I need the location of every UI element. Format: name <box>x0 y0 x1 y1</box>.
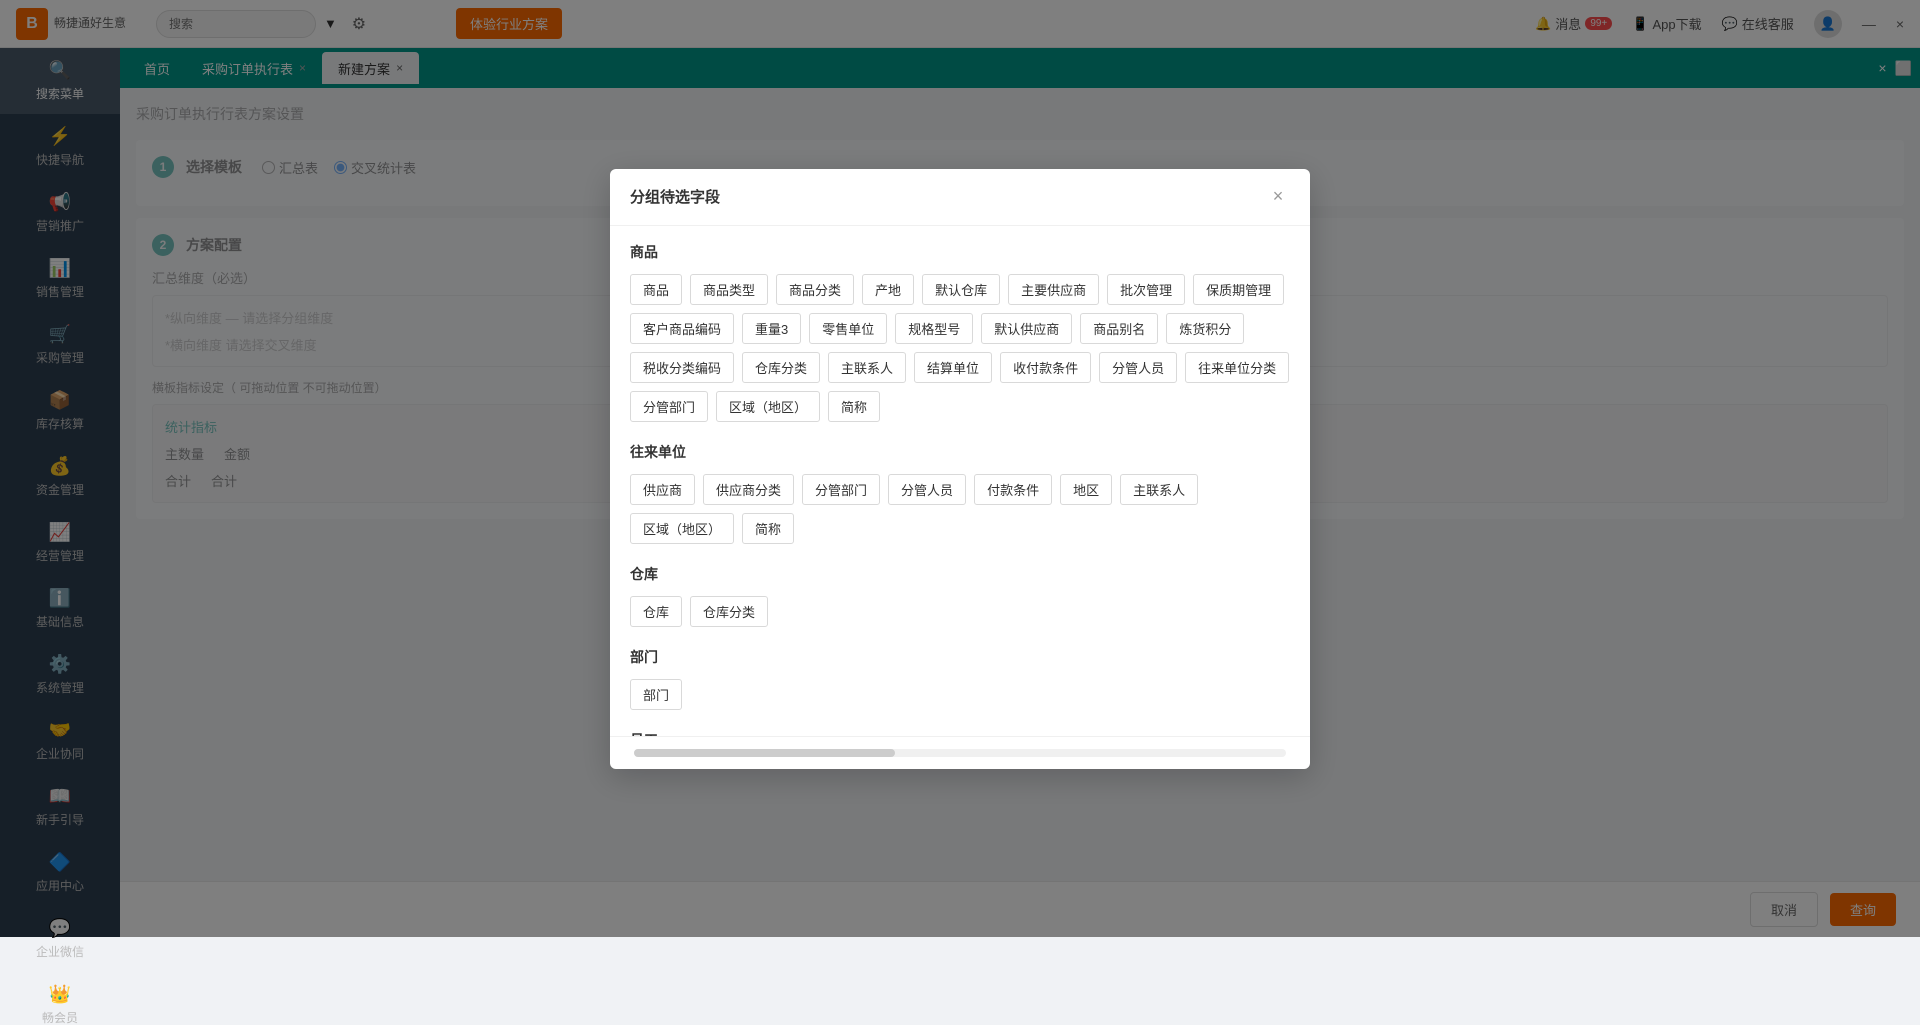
field-tag-main-supplier[interactable]: 主要供应商 <box>1008 274 1099 305</box>
field-section-goods: 商品 商品 商品类型 商品分类 产地 默认仓库 主要供应商 批次管理 保质期管理… <box>630 242 1290 422</box>
field-tag-area[interactable]: 地区 <box>1060 474 1112 505</box>
field-tag-supervisor[interactable]: 分管人员 <box>1099 352 1177 383</box>
goods-field-tags: 商品 商品类型 商品分类 产地 默认仓库 主要供应商 批次管理 保质期管理 客户… <box>630 274 1290 422</box>
field-tag-warehouse[interactable]: 仓库 <box>630 596 682 627</box>
field-section-counterparty: 往来单位 供应商 供应商分类 分管部门 分管人员 付款条件 地区 主联系人 区域… <box>630 442 1290 544</box>
field-tag-supervised-person[interactable]: 分管人员 <box>888 474 966 505</box>
field-tag-tax-code[interactable]: 税收分类编码 <box>630 352 734 383</box>
goods-section-title: 商品 <box>630 242 1290 262</box>
field-tag-payment-condition[interactable]: 付款条件 <box>974 474 1052 505</box>
modal-title: 分组待选字段 <box>630 186 720 207</box>
warehouse-section-title: 仓库 <box>630 564 1290 584</box>
modal-footer <box>610 736 1310 769</box>
field-tag-goods[interactable]: 商品 <box>630 274 682 305</box>
field-section-dept: 部门 部门 <box>630 647 1290 710</box>
field-tag-warehouse-category[interactable]: 仓库分类 <box>742 352 820 383</box>
modal-close-button[interactable]: × <box>1266 185 1290 209</box>
horizontal-scrollbar-thumb[interactable] <box>634 749 895 757</box>
field-tag-counterparty-category[interactable]: 往来单位分类 <box>1185 352 1289 383</box>
field-tag-default-warehouse[interactable]: 默认仓库 <box>922 274 1000 305</box>
field-tag-dept[interactable]: 分管部门 <box>630 391 708 422</box>
horizontal-scrollbar-track[interactable] <box>634 749 1286 757</box>
dept-section-title: 部门 <box>630 647 1290 667</box>
field-tag-shelf-life[interactable]: 保质期管理 <box>1193 274 1284 305</box>
field-tag-goods-type[interactable]: 商品类型 <box>690 274 768 305</box>
field-tag-abbr2[interactable]: 简称 <box>742 513 794 544</box>
field-tag-main-contact[interactable]: 主联系人 <box>828 352 906 383</box>
field-tag-spec-model[interactable]: 规格型号 <box>895 313 973 344</box>
field-tag-main-contact2[interactable]: 主联系人 <box>1120 474 1198 505</box>
field-tag-origin[interactable]: 产地 <box>862 274 914 305</box>
field-tag-retail-unit[interactable]: 零售单位 <box>809 313 887 344</box>
field-tag-supplier-category[interactable]: 供应商分类 <box>703 474 794 505</box>
field-tag-weight3[interactable]: 重量3 <box>742 313 801 344</box>
field-tag-payment-terms[interactable]: 收付款条件 <box>1000 352 1091 383</box>
field-tag-abbreviation[interactable]: 简称 <box>828 391 880 422</box>
field-select-modal: 分组待选字段 × 商品 商品 商品类型 商品分类 产地 默认仓库 主要供应商 批… <box>610 169 1310 769</box>
field-tag-warehouse-cat[interactable]: 仓库分类 <box>690 596 768 627</box>
field-tag-settlement-unit[interactable]: 结算单位 <box>914 352 992 383</box>
field-tag-region[interactable]: 区域（地区） <box>716 391 820 422</box>
field-tag-supplier[interactable]: 供应商 <box>630 474 695 505</box>
field-tag-department[interactable]: 部门 <box>630 679 682 710</box>
field-tag-goods-alias[interactable]: 商品别名 <box>1080 313 1158 344</box>
warehouse-field-tags: 仓库 仓库分类 <box>630 596 1290 627</box>
field-tag-batch-mgmt[interactable]: 批次管理 <box>1107 274 1185 305</box>
modal-overlay: 分组待选字段 × 商品 商品 商品类型 商品分类 产地 默认仓库 主要供应商 批… <box>0 0 1920 937</box>
scrollbar-area <box>630 749 1290 757</box>
counterparty-section-title: 往来单位 <box>630 442 1290 462</box>
field-tag-goods-category[interactable]: 商品分类 <box>776 274 854 305</box>
modal-body[interactable]: 商品 商品 商品类型 商品分类 产地 默认仓库 主要供应商 批次管理 保质期管理… <box>610 226 1310 736</box>
counterparty-field-tags: 供应商 供应商分类 分管部门 分管人员 付款条件 地区 主联系人 区域（地区） … <box>630 474 1290 544</box>
field-section-warehouse: 仓库 仓库 仓库分类 <box>630 564 1290 627</box>
modal-header: 分组待选字段 × <box>610 169 1310 226</box>
field-tag-default-supplier[interactable]: 默认供应商 <box>981 313 1072 344</box>
field-tag-supervised-dept[interactable]: 分管部门 <box>802 474 880 505</box>
field-tag-region2[interactable]: 区域（地区） <box>630 513 734 544</box>
field-tag-customer-code[interactable]: 客户商品编码 <box>630 313 734 344</box>
dept-field-tags: 部门 <box>630 679 1290 710</box>
field-tag-refine-points[interactable]: 炼货积分 <box>1166 313 1244 344</box>
